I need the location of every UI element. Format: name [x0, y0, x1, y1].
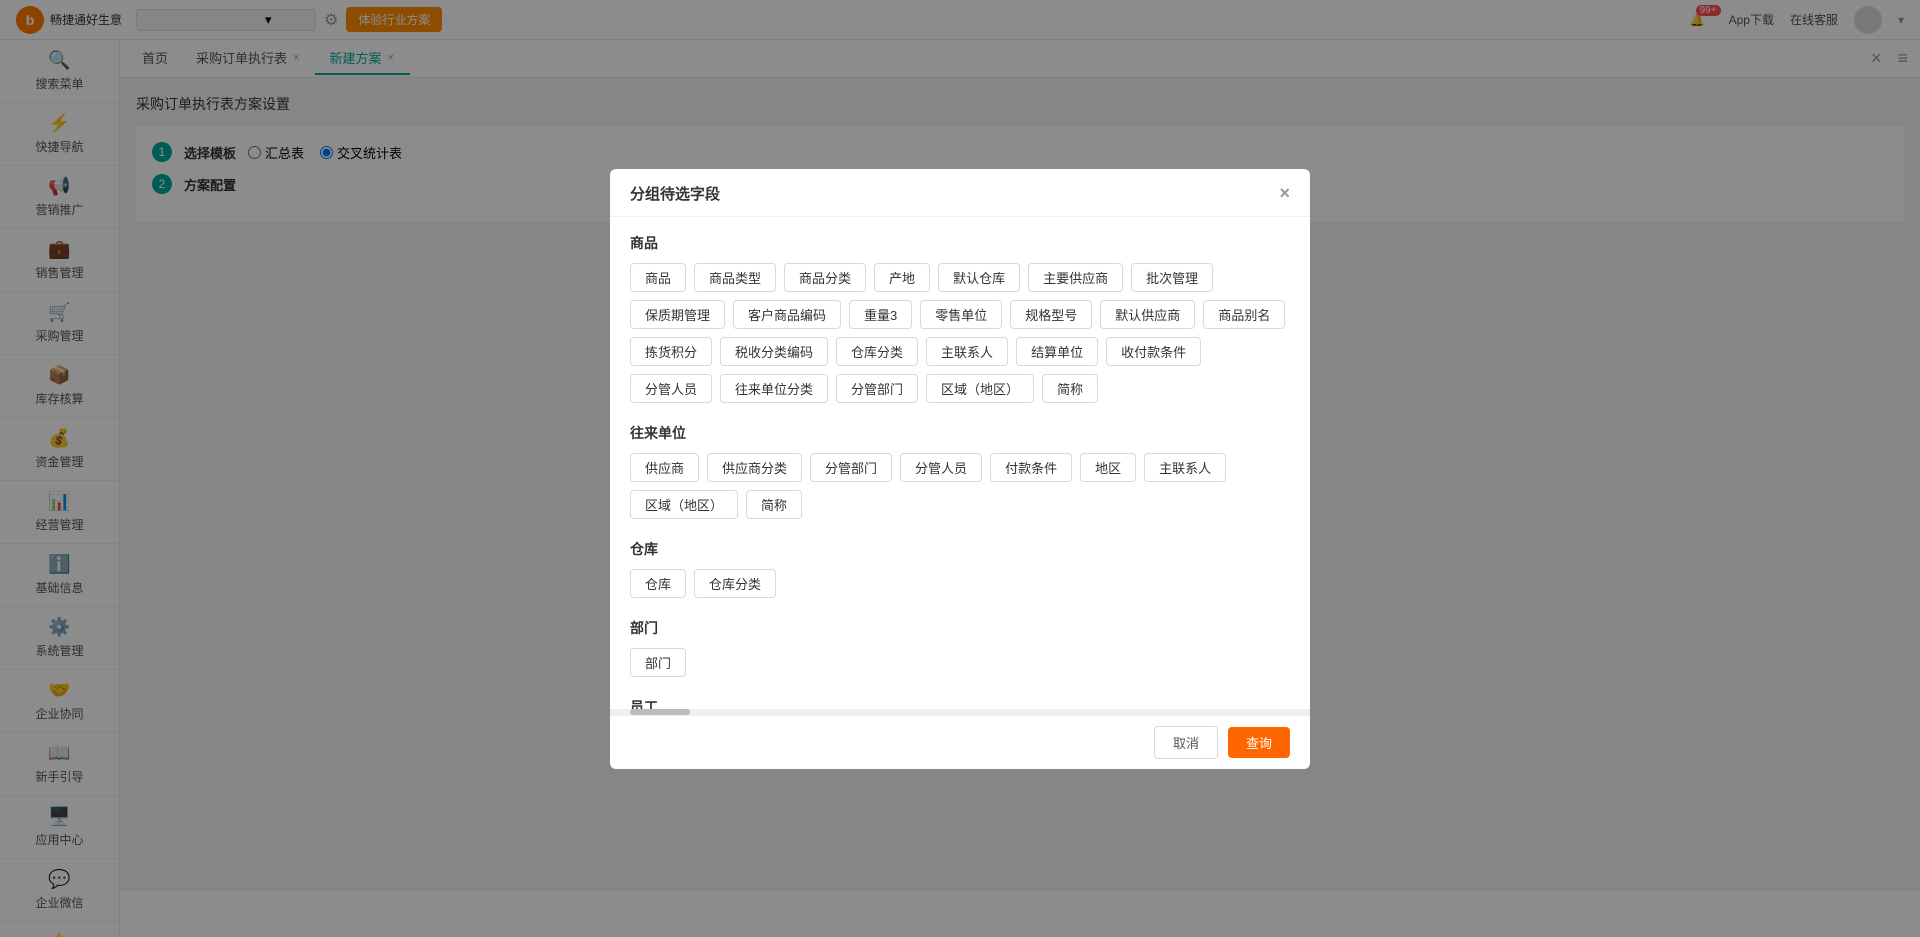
modal-title: 分组待选字段 — [630, 183, 720, 204]
field-product-alias[interactable]: 商品别名 — [1203, 300, 1285, 329]
field-warehouse[interactable]: 仓库 — [630, 569, 686, 598]
modal-overlay: 分组待选字段 × 商品 商品 商品类型 商品分类 产地 默认仓库 主要供应商 批… — [0, 0, 1920, 937]
partner-fields: 供应商 供应商分类 分管部门 分管人员 付款条件 地区 主联系人 区域（地区） … — [630, 453, 1290, 519]
section-partner-title: 往来单位 — [630, 423, 1290, 443]
field-district[interactable]: 地区 — [1080, 453, 1136, 482]
field-tax-code[interactable]: 税收分类编码 — [720, 337, 828, 366]
field-product-category[interactable]: 商品分类 — [784, 263, 866, 292]
field-pay-terms[interactable]: 付款条件 — [990, 453, 1072, 482]
field-shelf-life[interactable]: 保质期管理 — [630, 300, 725, 329]
section-product: 商品 商品 商品类型 商品分类 产地 默认仓库 主要供应商 批次管理 保质期管理… — [630, 233, 1290, 403]
section-dept: 部门 部门 — [630, 618, 1290, 677]
modal-header: 分组待选字段 × — [610, 169, 1310, 217]
product-fields: 商品 商品类型 商品分类 产地 默认仓库 主要供应商 批次管理 保质期管理 客户… — [630, 263, 1290, 403]
field-product-type[interactable]: 商品类型 — [694, 263, 776, 292]
field-spec-model[interactable]: 规格型号 — [1010, 300, 1092, 329]
field-main-supplier[interactable]: 主要供应商 — [1028, 263, 1123, 292]
field-weight3[interactable]: 重量3 — [849, 300, 912, 329]
field-payment-terms[interactable]: 收付款条件 — [1106, 337, 1201, 366]
field-supplier[interactable]: 供应商 — [630, 453, 699, 482]
field-short-name2[interactable]: 简称 — [746, 490, 802, 519]
field-region[interactable]: 区域（地区） — [926, 374, 1034, 403]
section-partner: 往来单位 供应商 供应商分类 分管部门 分管人员 付款条件 地区 主联系人 区域… — [630, 423, 1290, 519]
section-warehouse-title: 仓库 — [630, 539, 1290, 559]
field-region2[interactable]: 区域（地区） — [630, 490, 738, 519]
field-warehouse-category[interactable]: 仓库分类 — [836, 337, 918, 366]
warehouse-fields: 仓库 仓库分类 — [630, 569, 1290, 598]
section-dept-title: 部门 — [630, 618, 1290, 638]
field-sup-person[interactable]: 分管人员 — [900, 453, 982, 482]
field-customer-code[interactable]: 客户商品编码 — [733, 300, 841, 329]
section-warehouse: 仓库 仓库 仓库分类 — [630, 539, 1290, 598]
dept-fields: 部门 — [630, 648, 1290, 677]
section-employee-title: 员工 — [630, 697, 1290, 709]
field-main-contact2[interactable]: 主联系人 — [1144, 453, 1226, 482]
field-dept[interactable]: 分管部门 — [836, 374, 918, 403]
field-pick-score[interactable]: 拣货积分 — [630, 337, 712, 366]
field-main-contact[interactable]: 主联系人 — [926, 337, 1008, 366]
cancel-button[interactable]: 取消 — [1154, 726, 1218, 759]
field-sup-dept[interactable]: 分管部门 — [810, 453, 892, 482]
field-batch-mgmt[interactable]: 批次管理 — [1131, 263, 1213, 292]
modal-close-btn[interactable]: × — [1279, 183, 1290, 204]
field-supplier-category[interactable]: 供应商分类 — [707, 453, 802, 482]
field-supervisor[interactable]: 分管人员 — [630, 374, 712, 403]
field-settlement-unit[interactable]: 结算单位 — [1016, 337, 1098, 366]
modal-body: 商品 商品 商品类型 商品分类 产地 默认仓库 主要供应商 批次管理 保质期管理… — [610, 217, 1310, 709]
field-origin[interactable]: 产地 — [874, 263, 930, 292]
field-partner-category[interactable]: 往来单位分类 — [720, 374, 828, 403]
field-department[interactable]: 部门 — [630, 648, 686, 677]
field-warehouse-cat[interactable]: 仓库分类 — [694, 569, 776, 598]
field-default-warehouse[interactable]: 默认仓库 — [938, 263, 1020, 292]
section-employee: 员工 业务员 — [630, 697, 1290, 709]
field-product[interactable]: 商品 — [630, 263, 686, 292]
modal-footer: 取消 查询 — [610, 715, 1310, 769]
field-short-name[interactable]: 简称 — [1042, 374, 1098, 403]
confirm-button[interactable]: 查询 — [1228, 727, 1290, 758]
section-product-title: 商品 — [630, 233, 1290, 253]
field-default-supplier[interactable]: 默认供应商 — [1100, 300, 1195, 329]
field-select-modal: 分组待选字段 × 商品 商品 商品类型 商品分类 产地 默认仓库 主要供应商 批… — [610, 169, 1310, 769]
field-retail-unit[interactable]: 零售单位 — [920, 300, 1002, 329]
